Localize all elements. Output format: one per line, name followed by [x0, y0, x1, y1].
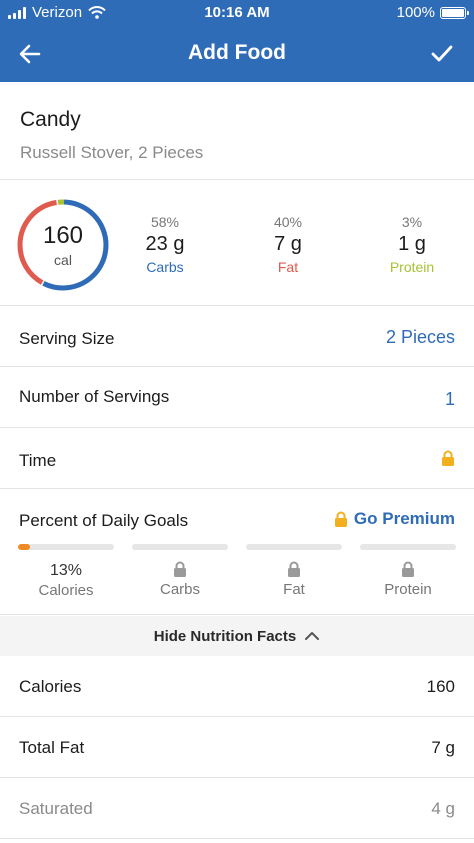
go-premium-link[interactable]: Go Premium [334, 509, 455, 529]
daily-goals-section: Percent of Daily Goals Go Premium 13% Ca… [0, 489, 474, 615]
goal-protein-bar [360, 544, 456, 550]
go-premium-label: Go Premium [353, 509, 455, 528]
goal-fat-bar [246, 544, 342, 550]
fat-grams: 7 g [274, 233, 302, 255]
carbs-label: Carbs [146, 259, 184, 275]
nutrition-row-saturated: Saturated 4 g [0, 779, 474, 839]
goal-carbs: Carbs [132, 544, 228, 598]
protein-percent: 3% [401, 214, 423, 230]
macro-carbs: 58% 23 g Carbs [110, 214, 220, 275]
goal-carbs-label: Carbs [159, 581, 200, 598]
time-lock[interactable] [441, 450, 455, 472]
lock-icon [288, 561, 300, 577]
fat-percent: 40% [273, 214, 303, 230]
lock-icon [402, 561, 414, 577]
goal-carbs-lock [132, 561, 228, 579]
goal-protein-label: Protein [384, 581, 432, 598]
battery-percent: 100% [396, 4, 435, 21]
checkmark-icon [431, 45, 453, 62]
goal-fat-label: Fat [283, 581, 305, 598]
goal-calories-label: Calories [38, 582, 94, 599]
time-row[interactable]: Time [0, 429, 474, 489]
calorie-unit: cal [54, 252, 72, 268]
serving-size-value[interactable]: 2 Pieces [386, 327, 455, 348]
goal-fat: Fat [246, 544, 342, 598]
daily-goals-label: Percent of Daily Goals [19, 511, 189, 530]
nutrition-label: Calories [19, 677, 82, 696]
goal-fat-lock [246, 561, 342, 579]
status-bar: Verizon 10:16 AM 100% [0, 0, 474, 26]
food-header: Candy Russell Stover, 2 Pieces [0, 82, 474, 180]
macro-fat: 40% 7 g Fat [233, 214, 343, 275]
nutrition-row-calories: Calories 160 [0, 657, 474, 717]
goal-calories-fill [18, 544, 31, 550]
nutrition-value: 7 g [431, 738, 455, 757]
nutrition-value: 160 [426, 677, 455, 696]
nav-bar: Add Food [0, 26, 474, 82]
nutrition-row-total-fat: Total Fat 7 g [0, 718, 474, 778]
calorie-value: 160 [42, 222, 84, 249]
nutrition-label: Saturated [19, 799, 93, 818]
serving-size-row[interactable]: Serving Size 2 Pieces [0, 307, 474, 367]
page-title: Add Food [188, 41, 286, 64]
goal-protein: Protein [360, 544, 456, 598]
goal-calories-value: 13% [49, 562, 83, 579]
macro-protein: 3% 1 g Protein [357, 214, 467, 275]
food-description: Russell Stover, 2 Pieces [20, 143, 204, 162]
carbs-percent: 58% [150, 214, 180, 230]
food-name: Candy [20, 108, 81, 131]
nutrition-value: 4 g [431, 799, 455, 818]
servings-row[interactable]: Number of Servings 1 [0, 368, 474, 428]
goal-protein-lock [360, 561, 456, 579]
macro-summary: 160 cal 58% 23 g Carbs 40% 7 g Fat 3% 1 … [0, 180, 474, 306]
carbs-grams: 23 g [145, 233, 185, 255]
time-label: Time [19, 451, 57, 470]
lock-icon [334, 511, 347, 527]
fat-label: Fat [277, 259, 299, 275]
goal-calories: 13% Calories [18, 544, 114, 599]
servings-label: Number of Servings [19, 387, 170, 406]
lock-icon [174, 561, 186, 577]
serving-size-label: Serving Size [19, 329, 115, 348]
battery-icon [440, 6, 469, 19]
protein-grams: 1 g [398, 233, 426, 255]
hide-nutrition-toggle[interactable]: Hide Nutrition Facts [0, 616, 474, 656]
nutrition-label: Total Fat [19, 738, 85, 757]
goal-calories-bar [18, 544, 114, 550]
hide-nutrition-label: Hide Nutrition Facts [153, 627, 297, 645]
servings-value[interactable]: 1 [445, 389, 455, 410]
confirm-button[interactable] [426, 38, 458, 70]
protein-label: Protein [389, 259, 435, 275]
chevron-up-icon [305, 632, 320, 640]
calorie-ring: 160 cal [16, 198, 110, 292]
battery-group: 100% [396, 4, 469, 21]
goal-carbs-bar [132, 544, 228, 550]
lock-icon [442, 450, 454, 466]
